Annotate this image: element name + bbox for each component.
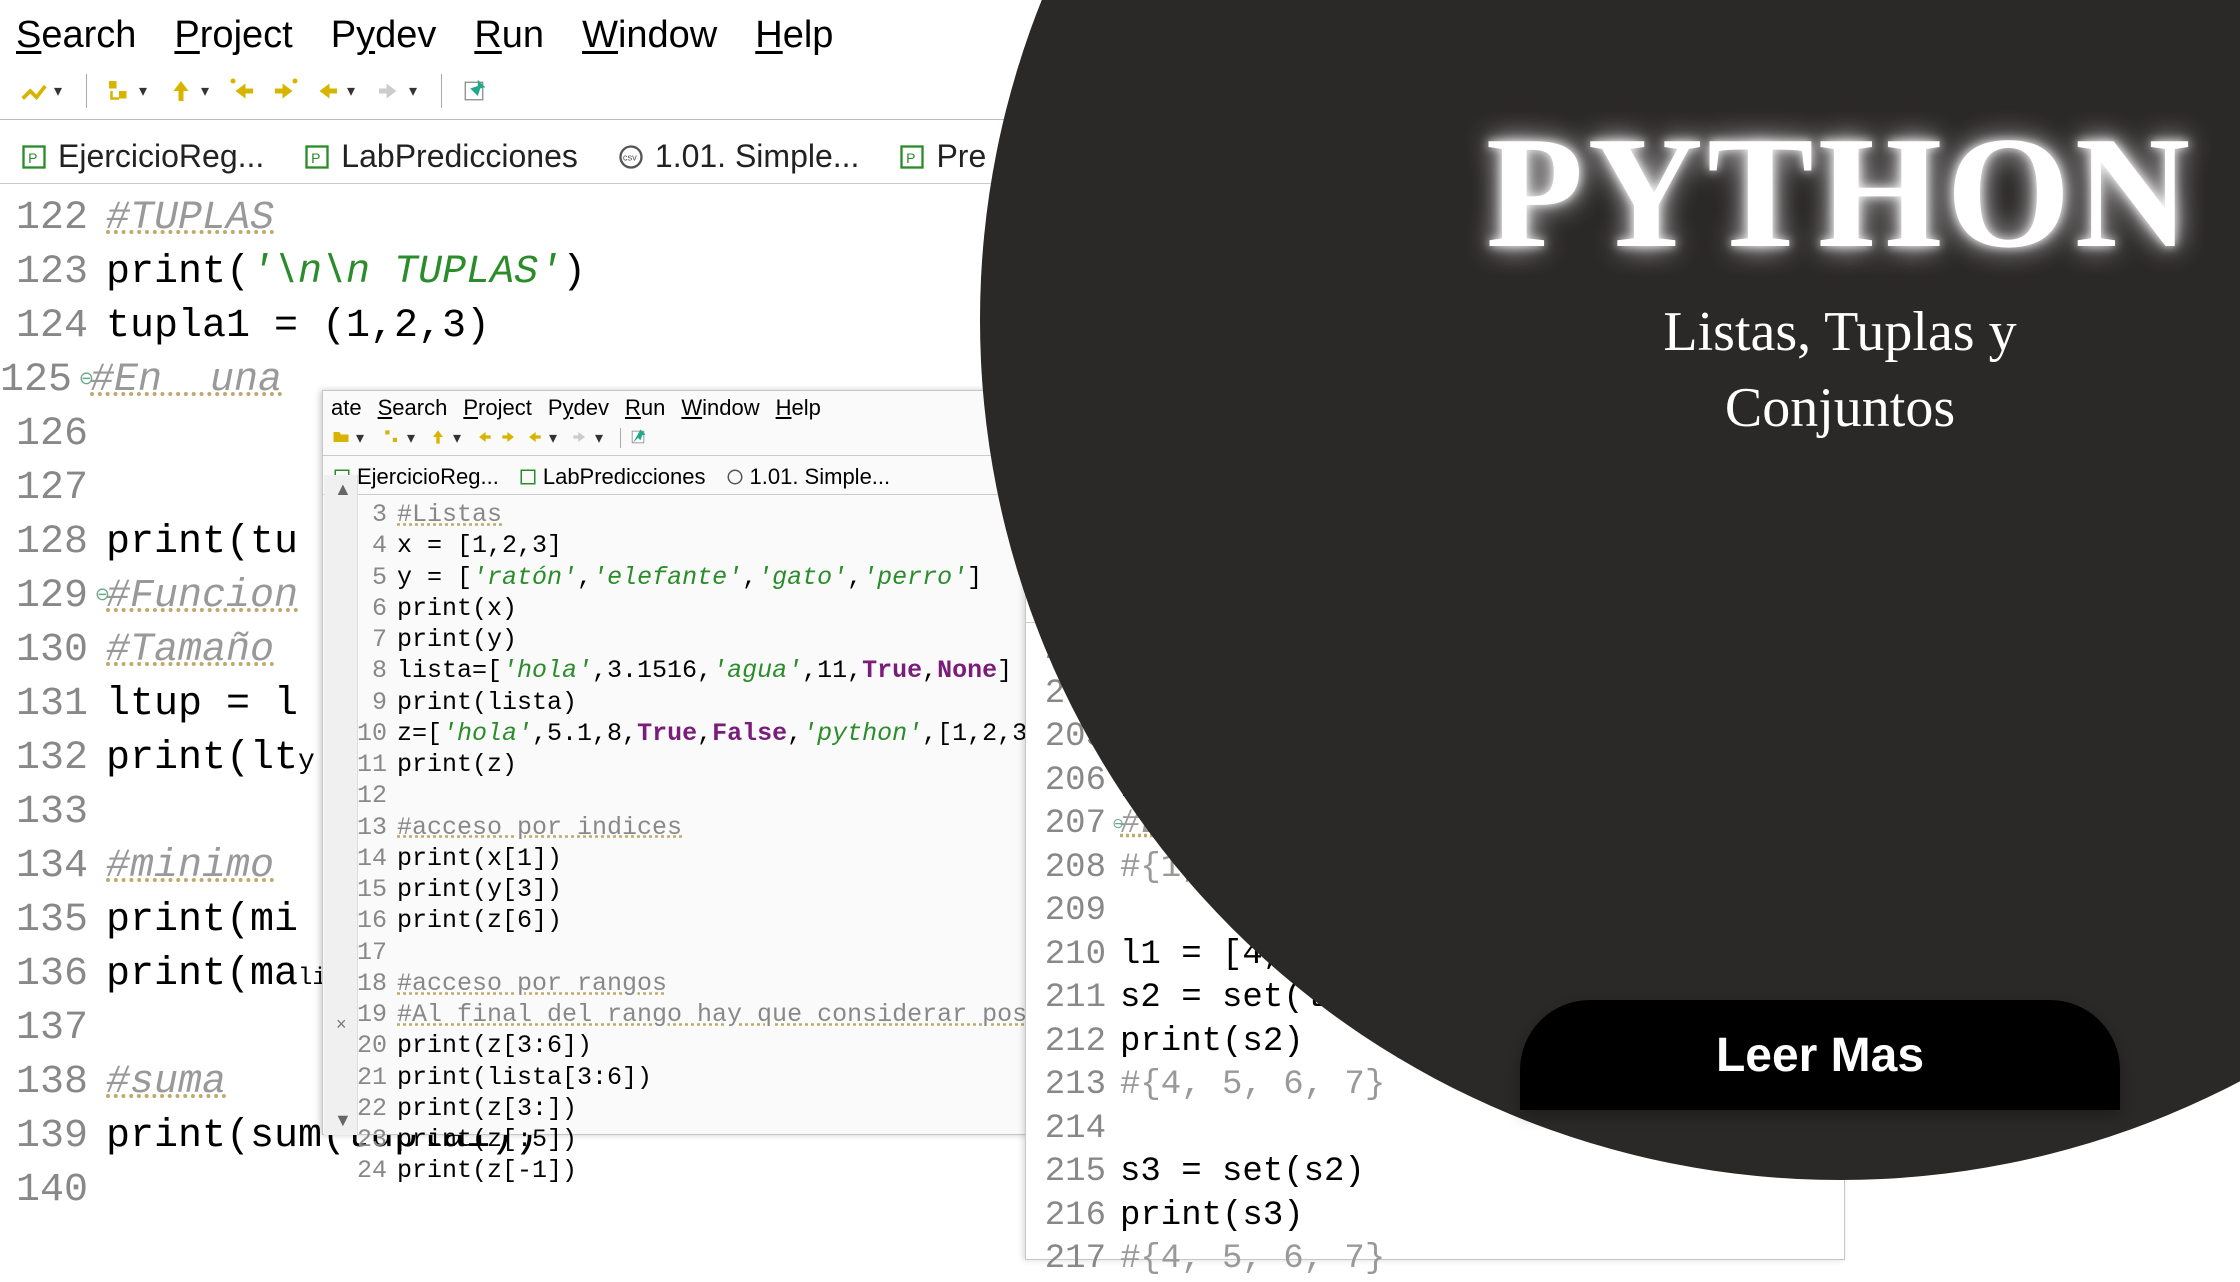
code-line[interactable]: z=['hola',5.1,8,True,False,'python',[1,2… xyxy=(397,718,1057,749)
tb-pin-icon[interactable] xyxy=(628,427,650,449)
code-line[interactable]: print(z[3:6]) xyxy=(397,1030,1057,1061)
menu-project[interactable]: Project xyxy=(174,14,292,57)
code-line[interactable] xyxy=(397,937,1057,968)
code-line[interactable]: print(x[1]) xyxy=(397,843,1057,874)
tb-up-icon[interactable] xyxy=(428,427,450,449)
tab-label: 1.01. Simple... xyxy=(750,464,891,490)
dropdown-icon[interactable]: ▾ xyxy=(54,81,72,101)
menu-window[interactable]: Window xyxy=(681,395,759,421)
menu-navigate[interactable]: ate xyxy=(331,395,362,421)
code-line[interactable]: print(z[-1]) xyxy=(397,1155,1057,1186)
tab-simple[interactable]: 1.01. Simple... xyxy=(722,460,907,494)
code-line[interactable]: print(z[:5]) xyxy=(397,1124,1057,1155)
cta-label: Leer Mas xyxy=(1716,1028,1924,1083)
code-line[interactable]: x = [1,2,3] xyxy=(397,530,1057,561)
inner1-tabs: EjercicioReg... LabPredicciones 1.01. Si… xyxy=(323,456,1041,495)
tb-back-icon[interactable] xyxy=(309,73,345,109)
tb-up-icon[interactable] xyxy=(163,73,199,109)
dropdown-icon[interactable]: ▾ xyxy=(595,428,613,448)
code-line[interactable]: print(lista[3:6]) xyxy=(397,1062,1057,1093)
scroll-up-icon[interactable]: ▲ xyxy=(334,479,352,500)
tab-ejercicio[interactable]: P EjercicioReg... xyxy=(12,130,295,183)
dropdown-icon[interactable]: ▾ xyxy=(356,428,374,448)
inner1-menu-bar: ate Search Project Pydev Run Window Help xyxy=(323,391,1041,425)
code-line[interactable]: #acceso por rangos xyxy=(397,968,1057,999)
code-line[interactable]: lista=['hola',3.1516,'agua',11,True,None… xyxy=(397,655,1057,686)
badge-subtitle: Listas, Tuplas y Conjuntos xyxy=(1390,295,2240,446)
tab-labpred[interactable]: P LabPredicciones xyxy=(295,130,609,183)
code-line[interactable]: print(x) xyxy=(397,593,1057,624)
menu-help[interactable]: Help xyxy=(755,14,833,57)
close-icon[interactable]: × xyxy=(336,1014,347,1035)
code-line[interactable]: print(lista) xyxy=(397,687,1057,718)
tb-back-icon[interactable] xyxy=(524,427,546,449)
tb-fwd-icon[interactable] xyxy=(570,427,592,449)
menu-help[interactable]: Help xyxy=(776,395,821,421)
ruler-bar: ▲ × ▼ xyxy=(324,475,358,1135)
code-line[interactable]: print(y) xyxy=(397,624,1057,655)
read-more-button[interactable]: Leer Mas xyxy=(1520,1000,2120,1110)
menu-search[interactable]: Search xyxy=(16,14,136,57)
code-line[interactable]: #Listas xyxy=(397,499,1057,530)
dropdown-icon[interactable]: ▾ xyxy=(139,81,157,101)
tb-back-star-icon[interactable] xyxy=(474,427,496,449)
svg-text:P: P xyxy=(311,149,320,165)
menu-window[interactable]: Window xyxy=(582,14,717,57)
svg-text:P: P xyxy=(907,149,916,165)
scroll-down-icon[interactable]: ▼ xyxy=(334,1110,352,1131)
svg-text:csv: csv xyxy=(623,152,637,162)
tab-labpred[interactable]: LabPredicciones xyxy=(515,460,722,494)
menu-pydev[interactable]: Pydev xyxy=(548,395,609,421)
svg-text:P: P xyxy=(28,149,37,165)
tb-pin-icon[interactable] xyxy=(456,73,492,109)
tb-open-icon[interactable] xyxy=(331,427,353,449)
tab-label: EjercicioReg... xyxy=(58,138,264,175)
tb-step-icon[interactable] xyxy=(382,427,404,449)
code-line[interactable]: print(z[3:]) xyxy=(397,1093,1057,1124)
tab-label: 1.01. Simple... xyxy=(655,138,860,175)
code-editor-listas[interactable]: 3456789101112131415161718192021222324 #L… xyxy=(323,495,1041,1187)
menu-project[interactable]: Project xyxy=(463,395,531,421)
tb-back-star-icon[interactable] xyxy=(225,73,261,109)
menu-search[interactable]: Search xyxy=(378,395,448,421)
tab-simple[interactable]: csv 1.01. Simple... xyxy=(609,130,891,183)
tb-fwd-star-icon[interactable] xyxy=(499,427,521,449)
dropdown-icon[interactable]: ▾ xyxy=(347,81,365,101)
menu-run[interactable]: Run xyxy=(625,395,665,421)
tb-step-icon[interactable] xyxy=(101,73,137,109)
editor-window-listas: ate Search Project Pydev Run Window Help… xyxy=(322,390,1042,1135)
menu-pydev[interactable]: Pydev xyxy=(331,14,437,57)
menu-run[interactable]: Run xyxy=(474,14,544,57)
code-line[interactable] xyxy=(397,780,1057,811)
code-line[interactable]: 216print(s3) xyxy=(1026,1195,1844,1239)
tb-fwd-icon[interactable] xyxy=(371,73,407,109)
dropdown-icon[interactable]: ▾ xyxy=(409,81,427,101)
tb-fwd-star-icon[interactable] xyxy=(267,73,303,109)
code-line[interactable]: y = ['ratón','elefante','gato','perro'] xyxy=(397,562,1057,593)
inner1-toolbar: ▾ ▾ ▾ ▾ ▾ xyxy=(323,425,1041,456)
dropdown-icon[interactable]: ▾ xyxy=(407,428,425,448)
badge-title: PYTHON xyxy=(1390,100,2240,285)
dropdown-icon[interactable]: ▾ xyxy=(453,428,471,448)
code-line[interactable]: #acceso por indices xyxy=(397,812,1057,843)
tab-label: LabPredicciones xyxy=(543,464,706,490)
tab-label: EjercicioReg... xyxy=(357,464,499,490)
tab-label: Pre xyxy=(936,138,986,175)
dropdown-icon[interactable]: ▾ xyxy=(201,81,219,101)
tab-label: LabPredicciones xyxy=(341,138,578,175)
code-line[interactable]: print(z[6]) xyxy=(397,905,1057,936)
tb-highlight-icon[interactable] xyxy=(16,73,52,109)
dropdown-icon[interactable]: ▾ xyxy=(549,428,567,448)
code-line[interactable]: print(y[3]) xyxy=(397,874,1057,905)
code-line[interactable]: print(z) xyxy=(397,749,1057,780)
code-line[interactable]: #Al final del rango hay que considerar p… xyxy=(397,999,1057,1030)
